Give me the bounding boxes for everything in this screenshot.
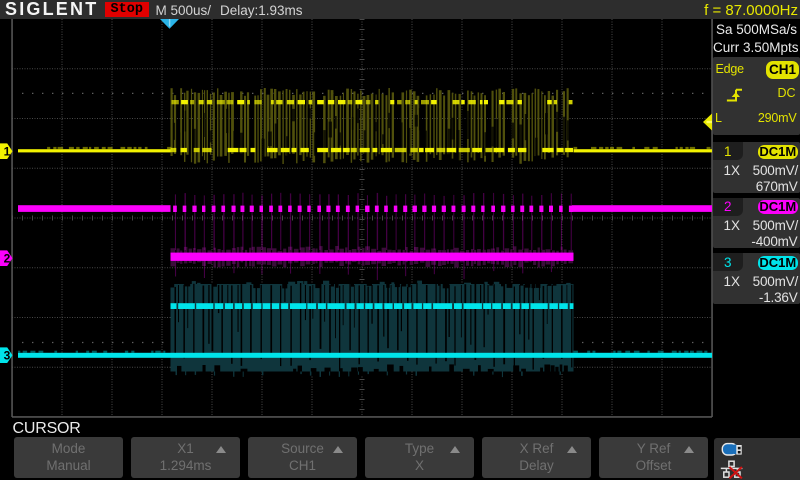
svg-text:2: 2	[4, 252, 11, 266]
svg-text:1: 1	[4, 145, 11, 159]
svg-text:3: 3	[4, 349, 11, 363]
